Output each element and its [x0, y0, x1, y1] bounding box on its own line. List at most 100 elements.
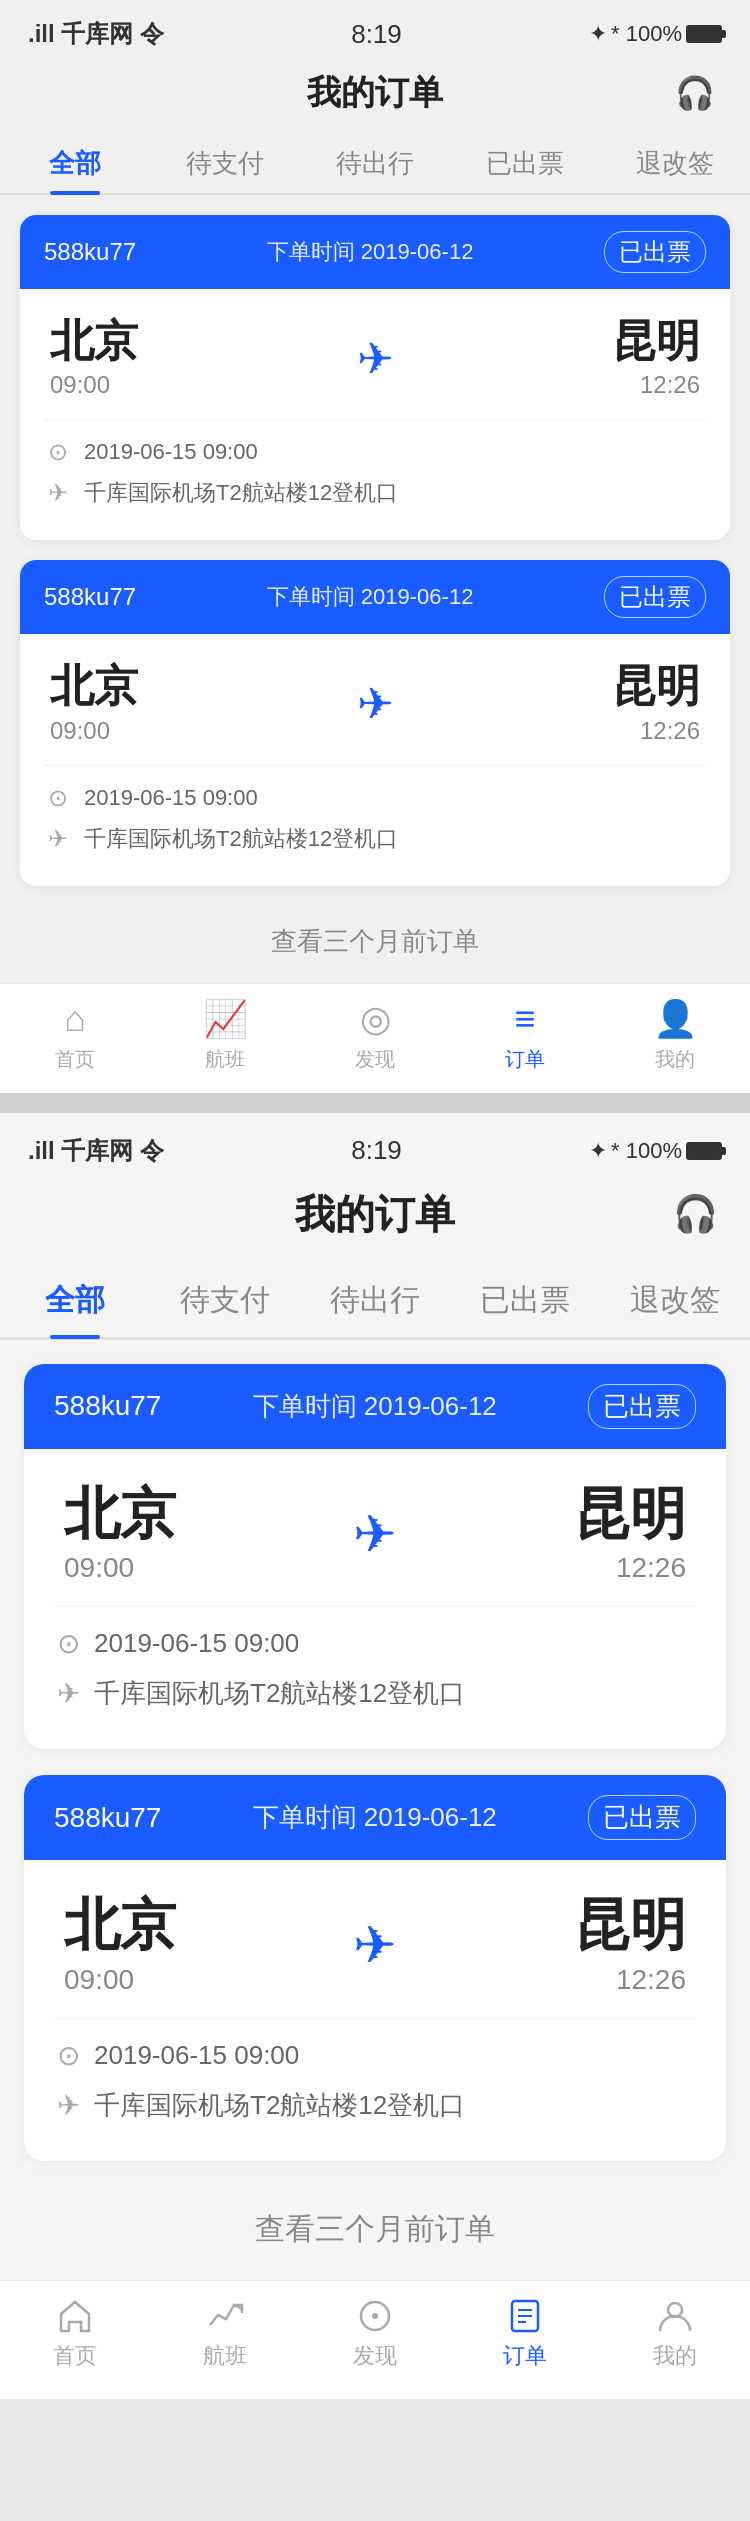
origin-time-1: 09:00	[50, 371, 138, 399]
nav-discover-2[interactable]: 发现	[300, 2297, 450, 2371]
order-time-label-2: 下单时间 2019-06-12	[267, 582, 474, 612]
nav-mine-label-2: 我的	[653, 2341, 697, 2371]
page-header-2: 我的订单 🎧	[0, 1177, 750, 1262]
bottom-nav-2: 首页 航班 发现 订单	[0, 2280, 750, 2399]
nav-orders-label-2: 订单	[503, 2341, 547, 2371]
tab-all-2[interactable]: 全部	[0, 1262, 150, 1337]
status-bar: .ill 千库网 令 8:19 ✦ * 100%	[0, 0, 750, 60]
card-header-2: 588ku77 下单时间 2019-06-12 已出票	[20, 560, 730, 634]
battery-icon-2	[686, 1142, 722, 1160]
nav-mine[interactable]: 👤 我的	[600, 998, 750, 1073]
nav-orders-2[interactable]: 订单	[450, 2297, 600, 2371]
card-divider-lg-1	[54, 1606, 696, 1607]
clock-icon-2: ⊙	[44, 784, 72, 812]
plane-small-icon-2: ✈	[44, 825, 72, 853]
flights-icon-2	[206, 2297, 244, 2335]
dest-city-2: 昆明 12:26	[612, 662, 700, 744]
service-icon-btn-2[interactable]: 🎧	[670, 1189, 720, 1239]
page-header: 我的订单 🎧	[0, 60, 750, 132]
tab-ticketed-2[interactable]: 已出票	[450, 1262, 600, 1337]
screen-2: .ill 千库网 令 8:19 ✦ * 100% 我的订单 🎧 全部 待支付 待…	[0, 1113, 750, 2399]
info-rows-lg-1: ⊙ 2019-06-15 09:00 ✈ 千库国际机场T2航站楼12登机口	[24, 1615, 726, 1749]
dest-time-1: 12:26	[612, 371, 700, 399]
card-divider-2	[44, 765, 706, 766]
card-header-lg-2: 588ku77 下单时间 2019-06-12 已出票	[24, 1775, 726, 1860]
order-card-2[interactable]: 588ku77 下单时间 2019-06-12 已出票 北京 09:00 ✈ 昆…	[20, 560, 730, 885]
nav-home-2[interactable]: 首页	[0, 2297, 150, 2371]
headphone-icon: 🎧	[675, 74, 715, 112]
orders-list-2: 588ku77 下单时间 2019-06-12 已出票 北京 09:00 ✈ 昆…	[0, 1340, 750, 2280]
dest-name-lg-1: 昆明	[574, 1483, 686, 1545]
dest-city-1: 昆明 12:26	[612, 317, 700, 399]
plane-small-icon-lg-1: ✈	[54, 1677, 82, 1710]
dest-time-lg-1: 12:26	[574, 1552, 686, 1584]
view-more-btn[interactable]: 查看三个月前订单	[20, 906, 730, 983]
dest-time-2: 12:26	[612, 717, 700, 745]
nav-mine-2[interactable]: 我的	[600, 2297, 750, 2371]
info-rows-lg-2: ⊙ 2019-06-15 09:00 ✈ 千库国际机场T2航站楼12登机口	[24, 2027, 726, 2161]
battery-percent-2: * 100%	[611, 1138, 682, 1164]
card-divider-lg-2	[54, 2018, 696, 2019]
nav-orders-label: 订单	[505, 1046, 545, 1073]
plane-icon-lg-2: ✈	[176, 1915, 574, 1975]
nav-flights[interactable]: 📈 航班	[150, 998, 300, 1073]
status-bar-2: .ill 千库网 令 8:19 ✦ * 100%	[0, 1113, 750, 1177]
clock-2: 8:19	[351, 1135, 402, 1166]
order-time-lg-2: 下单时间 2019-06-12	[253, 1800, 497, 1835]
card-header-lg-1: 588ku77 下单时间 2019-06-12 已出票	[24, 1364, 726, 1449]
bluetooth-icon-2: ✦	[589, 1138, 607, 1164]
order-status-1: 已出票	[604, 231, 706, 273]
battery-percent: * 100%	[611, 21, 682, 47]
flight-row-lg-2: 北京 09:00 ✈ 昆明 12:26	[24, 1860, 726, 2010]
order-status-2: 已出票	[604, 576, 706, 618]
clock-icon-lg-2: ⊙	[54, 2039, 82, 2072]
nav-orders[interactable]: ≡ 订单	[450, 998, 600, 1073]
dest-name-2: 昆明	[612, 662, 700, 710]
origin-time-2: 09:00	[50, 717, 138, 745]
dest-name-1: 昆明	[612, 317, 700, 365]
tab-all[interactable]: 全部	[0, 132, 150, 193]
nav-flights-label-2: 航班	[203, 2341, 247, 2371]
order-id-lg-1: 588ku77	[54, 1390, 161, 1422]
order-id-2: 588ku77	[44, 583, 136, 611]
plane-icon-2: ✈	[138, 678, 612, 729]
origin-name-lg-2: 北京	[64, 1894, 176, 1956]
tab-pending-pay-2[interactable]: 待支付	[150, 1262, 300, 1337]
dest-city-lg-1: 昆明 12:26	[574, 1483, 686, 1585]
order-status-lg-2: 已出票	[588, 1795, 696, 1840]
tab-ticketed[interactable]: 已出票	[450, 132, 600, 193]
nav-discover-label: 发现	[355, 1046, 395, 1073]
nav-home[interactable]: ⌂ 首页	[0, 998, 150, 1073]
flight-row-2: 北京 09:00 ✈ 昆明 12:26	[20, 634, 730, 754]
page-title-2: 我的订单	[295, 1187, 455, 1242]
info-rows-2: ⊙ 2019-06-15 09:00 ✈ 千库国际机场T2航站楼12登机口	[20, 776, 730, 886]
orders-icon-2	[506, 2297, 544, 2335]
order-card-1[interactable]: 588ku77 下单时间 2019-06-12 已出票 北京 09:00 ✈ 昆…	[20, 215, 730, 540]
order-card-lg-2[interactable]: 588ku77 下单时间 2019-06-12 已出票 北京 09:00 ✈ 昆…	[24, 1775, 726, 2161]
discover-icon-2	[356, 2297, 394, 2335]
origin-time-lg-1: 09:00	[64, 1552, 176, 1584]
flight-row-1: 北京 09:00 ✈ 昆明 12:26	[20, 289, 730, 409]
view-more-btn-2[interactable]: 查看三个月前订单	[24, 2187, 726, 2280]
signal-text-2: .ill 千库网 令	[28, 1135, 164, 1167]
origin-name-2: 北京	[50, 662, 138, 710]
clock-icon-lg-1: ⊙	[54, 1627, 82, 1660]
tab-pending-travel[interactable]: 待出行	[300, 132, 450, 193]
tab-refund-2[interactable]: 退改签	[600, 1262, 750, 1337]
order-id-1: 588ku77	[44, 238, 136, 266]
battery-status-2: ✦ * 100%	[589, 1138, 722, 1164]
nav-flights-2[interactable]: 航班	[150, 2297, 300, 2371]
tab-pending-pay[interactable]: 待支付	[150, 132, 300, 193]
flight-date-row-lg-2: ⊙ 2019-06-15 09:00	[54, 2039, 696, 2072]
tab-pending-travel-2[interactable]: 待出行	[300, 1262, 450, 1337]
battery-status: ✦ * 100%	[589, 21, 722, 47]
nav-discover[interactable]: ◎ 发现	[300, 998, 450, 1073]
nav-flights-label: 航班	[205, 1046, 245, 1073]
tab-refund[interactable]: 退改签	[600, 132, 750, 193]
signal-text: .ill 千库网 令	[28, 18, 164, 50]
service-icon-btn[interactable]: 🎧	[670, 68, 720, 118]
plane-icon-1: ✈	[138, 333, 612, 384]
flight-date-text-1: 2019-06-15 09:00	[84, 439, 258, 465]
order-card-lg-1[interactable]: 588ku77 下单时间 2019-06-12 已出票 北京 09:00 ✈ 昆…	[24, 1364, 726, 1750]
order-time-lg-1: 下单时间 2019-06-12	[253, 1389, 497, 1424]
